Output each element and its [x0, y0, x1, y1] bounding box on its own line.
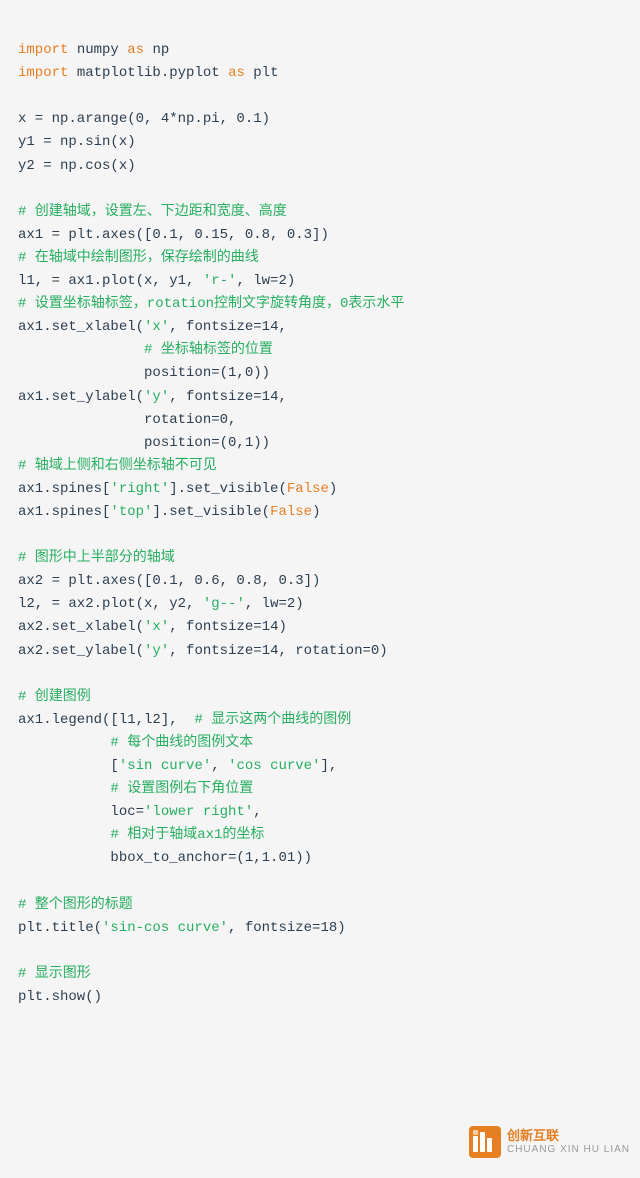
comment-upper-axes: # 图形中上半部分的轴域 — [18, 550, 175, 566]
logo-main-text: 创新互联 — [507, 1128, 630, 1144]
keyword-as2: as — [228, 65, 245, 81]
comment-show: # 显示图形 — [18, 966, 91, 982]
keyword-as: as — [127, 42, 144, 58]
comment-rotation: # 设置坐标轴标签，rotation控制文字旋转角度，0表示水平 — [18, 296, 404, 312]
keyword-import: import — [18, 42, 68, 58]
code-block: import numpy as np import matplotlib.pyp… — [18, 16, 622, 1009]
logo-area: 创新互联 CHUANG XIN HU LIAN — [469, 1126, 630, 1158]
comment-create-axes: # 创建轴域，设置左、下边距和宽度、高度 — [18, 204, 287, 220]
logo-icon — [469, 1126, 501, 1158]
logo-svg — [471, 1128, 499, 1156]
keyword-import2: import — [18, 65, 68, 81]
comment-draw: # 在轴域中绘制图形，保存绘制的曲线 — [18, 250, 259, 266]
code-container: import numpy as np import matplotlib.pyp… — [0, 0, 640, 1178]
comment-legend: # 创建图例 — [18, 689, 91, 705]
logo-text: 创新互联 CHUANG XIN HU LIAN — [507, 1128, 630, 1156]
logo-sub-text: CHUANG XIN HU LIAN — [507, 1144, 630, 1156]
comment-spines: # 轴域上侧和右侧坐标轴不可见 — [18, 458, 217, 474]
comment-title: # 整个图形的标题 — [18, 897, 133, 913]
